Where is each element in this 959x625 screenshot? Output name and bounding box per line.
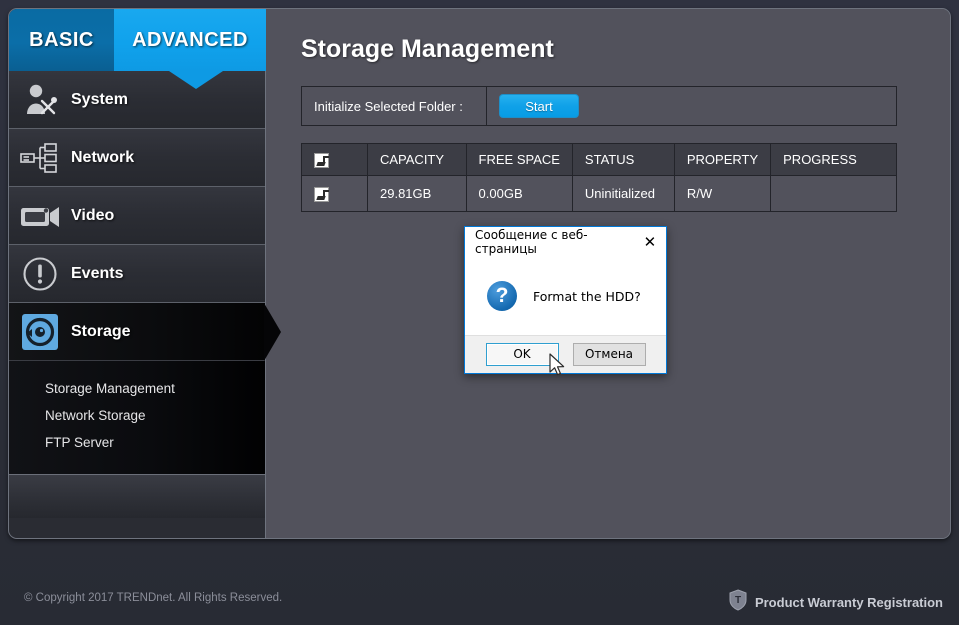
broken-image-icon[interactable] [314,187,329,202]
dialog-footer: OK Отмена [465,335,666,373]
dialog-body: ? Format the HDD? [465,257,666,335]
table-body: 29.81GB 0.00GB Uninitialized R/W [302,176,897,212]
column-header-select [302,144,368,176]
initialize-label: Initialize Selected Folder : [302,87,487,126]
svg-text:T: T [735,595,741,606]
dialog-cancel-button[interactable]: Отмена [573,343,646,366]
sidebar-item-network[interactable]: Network [9,129,265,187]
question-icon: ? [487,281,517,311]
warranty-label: Product Warranty Registration [755,595,943,610]
initialize-button-cell: Start [487,87,897,126]
sidebar-item-system[interactable]: System [9,71,265,129]
sidebar-subitem-ftp-server[interactable]: FTP Server [9,429,265,456]
start-button[interactable]: Start [499,94,579,118]
cell-property: R/W [674,176,770,212]
tab-advanced[interactable]: ADVANCED [114,9,266,71]
sidebar-subitem-storage-management[interactable]: Storage Management [9,375,265,402]
tab-basic[interactable]: BASIC [9,9,114,71]
column-header-progress: PROGRESS [771,144,897,176]
column-header-free-space: FREE SPACE [466,144,572,176]
sidebar-item-label: System [71,91,128,109]
table-header: CAPACITY FREE SPACE STATUS PROPERTY PROG… [302,144,897,176]
cell-capacity: 29.81GB [368,176,467,212]
table-row: Initialize Selected Folder : Start [302,87,897,126]
table-row: 29.81GB 0.00GB Uninitialized R/W [302,176,897,212]
exclamation-circle-icon [9,254,71,294]
sidebar-item-label: Events [71,265,123,283]
system-user-tools-icon [9,83,71,117]
sidebar-subitem-network-storage[interactable]: Network Storage [9,402,265,429]
sidebar-item-label: Storage [71,323,131,341]
active-pointer-icon [264,303,281,361]
storage-disk-icon [9,312,71,352]
video-camera-icon [9,201,71,231]
dialog-message: Format the HDD? [533,289,641,304]
dialog-title: Сообщение с веб-страницы [475,228,638,256]
close-icon[interactable]: ✕ [638,230,662,254]
sidebar: System [9,9,266,539]
sidebar-item-label: Video [71,207,114,225]
tab-active-pointer-icon [169,71,223,89]
webpage-message-dialog: Сообщение с веб-страницы ✕ ? Format the … [464,226,667,374]
storage-table: CAPACITY FREE SPACE STATUS PROPERTY PROG… [301,143,897,212]
sidebar-submenu-storage: Storage Management Network Storage FTP S… [9,361,265,474]
sidebar-bottom-panel [9,474,265,518]
column-header-capacity: CAPACITY [368,144,467,176]
shield-t-icon: T [729,589,747,616]
sidebar-item-storage[interactable]: Storage [9,303,265,361]
cell-free-space: 0.00GB [466,176,572,212]
copyright-text: © Copyright 2017 TRENDnet. All Rights Re… [24,592,282,604]
dialog-titlebar: Сообщение с веб-страницы ✕ [465,227,666,257]
broken-image-icon[interactable] [314,153,329,168]
table-header-row: CAPACITY FREE SPACE STATUS PROPERTY PROG… [302,144,897,176]
initialize-folder-panel: Initialize Selected Folder : Start [301,86,897,126]
sidebar-item-video[interactable]: Video [9,187,265,245]
column-header-status: STATUS [572,144,674,176]
product-warranty-registration-link[interactable]: T Product Warranty Registration [729,589,943,616]
footer: © Copyright 2017 TRENDnet. All Rights Re… [0,585,959,625]
tab-bar: BASIC ADVANCED [9,9,266,71]
network-tree-icon [9,141,71,175]
cell-progress [771,176,897,212]
sidebar-item-events[interactable]: Events [9,245,265,303]
dialog-ok-button[interactable]: OK [486,343,559,366]
row-select-cell[interactable] [302,176,368,212]
sidebar-item-label: Network [71,149,134,167]
cell-status: Uninitialized [572,176,674,212]
page-title: Storage Management [301,35,950,64]
column-header-property: PROPERTY [674,144,770,176]
browser-page: System [0,0,959,625]
